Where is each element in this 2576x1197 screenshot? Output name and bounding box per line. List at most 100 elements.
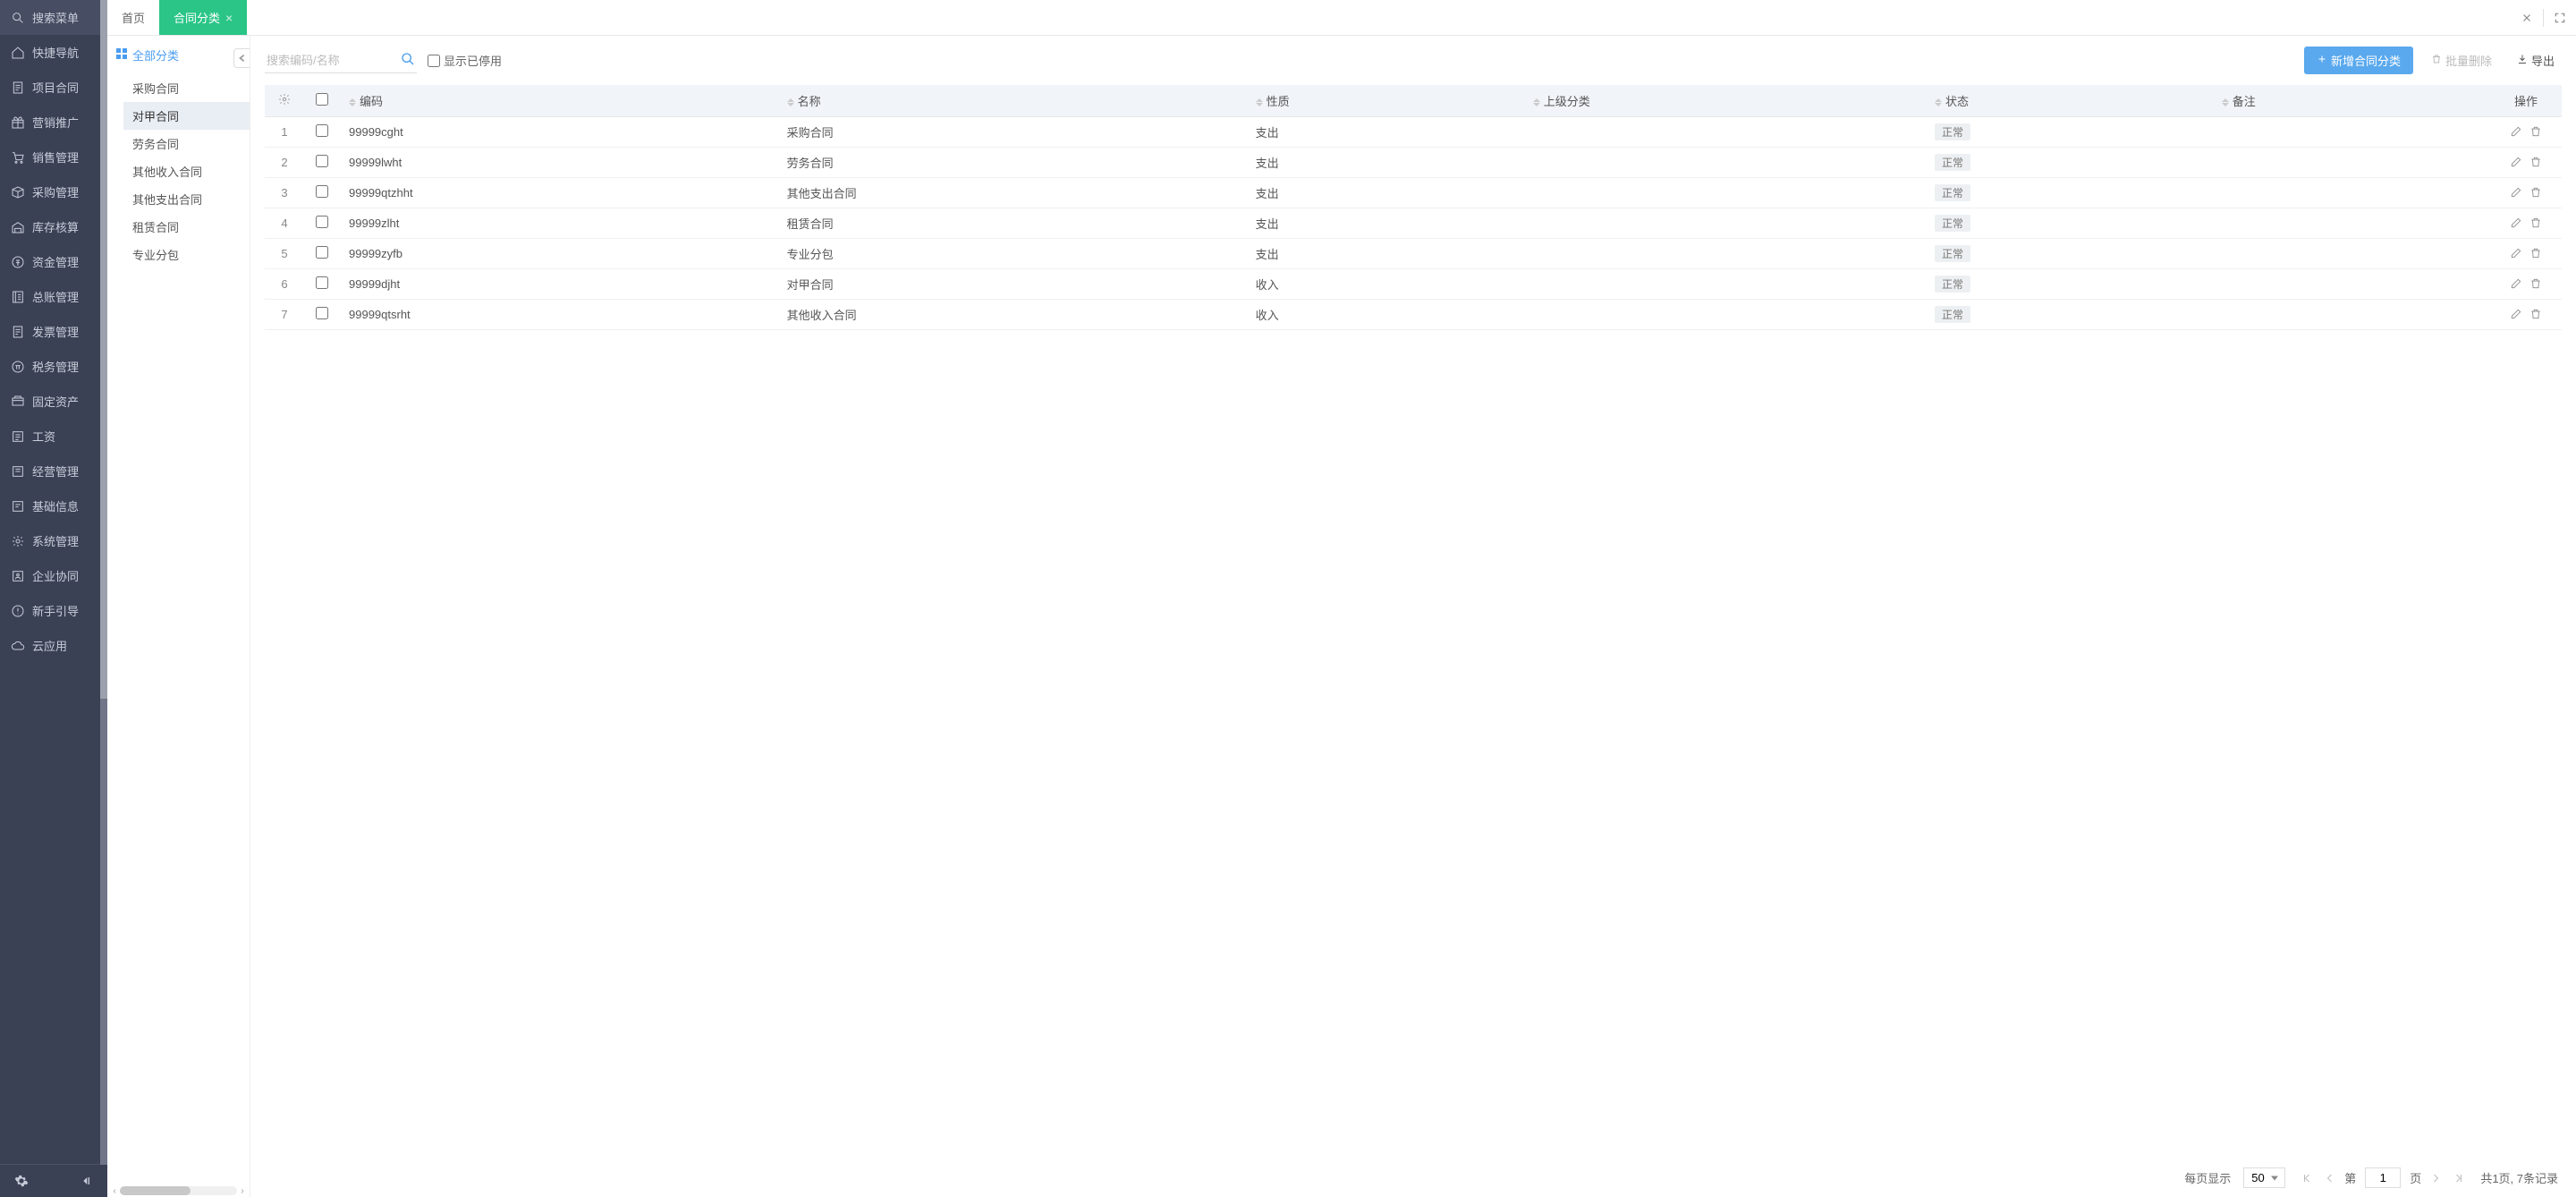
- cell-nature: 支出: [1247, 148, 1524, 178]
- delete-button[interactable]: [2528, 123, 2544, 140]
- delete-button[interactable]: [2528, 184, 2544, 200]
- edit-button[interactable]: [2508, 276, 2524, 292]
- close-all-tabs-button[interactable]: [2514, 5, 2539, 30]
- row-checkbox[interactable]: [316, 185, 328, 198]
- cart-icon: [11, 150, 25, 165]
- delete-button[interactable]: [2528, 154, 2544, 170]
- sidebar-item-15[interactable]: 系统管理: [0, 523, 107, 558]
- page-last-button[interactable]: [2450, 1169, 2468, 1187]
- tree-item-0[interactable]: 采购合同: [123, 74, 250, 102]
- sidebar-item-4[interactable]: 销售管理: [0, 140, 107, 174]
- search-icon: [11, 11, 25, 25]
- search-icon[interactable]: [401, 52, 415, 69]
- tree-hscroll-left[interactable]: ‹: [109, 1186, 120, 1196]
- add-category-button[interactable]: 新增合同分类: [2304, 47, 2413, 74]
- edit-button[interactable]: [2508, 245, 2524, 261]
- edit-button[interactable]: [2508, 215, 2524, 231]
- edit-button[interactable]: [2508, 123, 2524, 140]
- page-first-button[interactable]: [2298, 1169, 2316, 1187]
- search-input[interactable]: [265, 48, 417, 73]
- select-all-checkbox[interactable]: [316, 93, 328, 106]
- edit-button[interactable]: [2508, 306, 2524, 322]
- cell-parent: [1524, 208, 1926, 239]
- show-disabled-checkbox-wrap[interactable]: 显示已停用: [428, 52, 502, 69]
- cell-nature: 收入: [1247, 300, 1524, 330]
- sidebar-item-1[interactable]: 快捷导航: [0, 35, 107, 70]
- col-remark[interactable]: 备注: [2213, 85, 2490, 117]
- tree-item-3[interactable]: 其他收入合同: [123, 157, 250, 185]
- tree-item-4[interactable]: 其他支出合同: [123, 185, 250, 213]
- cell-parent: [1524, 239, 1926, 269]
- column-settings[interactable]: [265, 85, 304, 117]
- sidebar-item-18[interactable]: 云应用: [0, 628, 107, 663]
- delete-button[interactable]: [2528, 245, 2544, 261]
- page-suffix: 页: [2410, 1169, 2421, 1186]
- sidebar-item-5[interactable]: 采购管理: [0, 174, 107, 209]
- tree-item-6[interactable]: 专业分包: [123, 241, 250, 268]
- tree-hscroll[interactable]: ‹ ›: [107, 1184, 250, 1197]
- sidebar-item-10[interactable]: 税务管理: [0, 349, 107, 384]
- gift-icon: [11, 115, 25, 130]
- page-summary: 共1页, 7条记录: [2480, 1169, 2558, 1186]
- sidebar-item-17[interactable]: 新手引导: [0, 593, 107, 628]
- sidebar-item-14[interactable]: 基础信息: [0, 488, 107, 523]
- col-code[interactable]: 编码: [340, 85, 778, 117]
- export-button[interactable]: 导出: [2510, 47, 2562, 74]
- tab-close-icon[interactable]: ×: [225, 12, 233, 24]
- collapse-tree-button[interactable]: [233, 48, 250, 68]
- sidebar-item-0[interactable]: 搜索菜单: [0, 0, 107, 35]
- sidebar-item-3[interactable]: 营销推广: [0, 105, 107, 140]
- table-row: 699999djht对甲合同收入正常: [265, 269, 2562, 300]
- cell-code: 99999qtzhht: [340, 178, 778, 208]
- sidebar-item-8[interactable]: 总账管理: [0, 279, 107, 314]
- tab-contract-category[interactable]: 合同分类 ×: [159, 0, 247, 35]
- sidebar-item-label: 新手引导: [32, 602, 79, 619]
- page-input[interactable]: [2365, 1167, 2401, 1188]
- sidebar-item-11[interactable]: 固定资产: [0, 384, 107, 419]
- team-icon: [11, 569, 25, 583]
- tab-home[interactable]: 首页: [107, 0, 159, 35]
- delete-button[interactable]: [2528, 215, 2544, 231]
- col-parent[interactable]: 上级分类: [1524, 85, 1926, 117]
- delete-button[interactable]: [2528, 306, 2544, 322]
- tree-item-1[interactable]: 对甲合同: [123, 102, 250, 130]
- tree-item-2[interactable]: 劳务合同: [123, 130, 250, 157]
- row-checkbox[interactable]: [316, 246, 328, 259]
- edit-button[interactable]: [2508, 154, 2524, 170]
- sidebar-item-6[interactable]: 库存核算: [0, 209, 107, 244]
- sidebar-item-label: 搜索菜单: [32, 9, 79, 26]
- sidebar-scrollbar-thumb[interactable]: [100, 0, 107, 699]
- per-page-select[interactable]: 50: [2243, 1167, 2285, 1188]
- cell-remark: [2213, 148, 2490, 178]
- show-disabled-label: 显示已停用: [444, 52, 502, 69]
- tree-hscroll-right[interactable]: ›: [237, 1186, 248, 1196]
- show-disabled-checkbox[interactable]: [428, 55, 440, 67]
- col-status[interactable]: 状态: [1926, 85, 2213, 117]
- settings-button[interactable]: [13, 1172, 30, 1190]
- page-next-button[interactable]: [2427, 1169, 2445, 1187]
- tree-item-5[interactable]: 租赁合同: [123, 213, 250, 241]
- batch-delete-button[interactable]: 批量删除: [2424, 47, 2499, 74]
- row-checkbox[interactable]: [316, 155, 328, 167]
- sidebar-item-12[interactable]: 工资: [0, 419, 107, 454]
- cell-nature: 支出: [1247, 117, 1524, 148]
- row-checkbox[interactable]: [316, 276, 328, 289]
- row-checkbox[interactable]: [316, 124, 328, 137]
- page-prev-button[interactable]: [2321, 1169, 2339, 1187]
- collapse-sidebar-button[interactable]: [77, 1172, 95, 1190]
- sidebar-item-13[interactable]: 经营管理: [0, 454, 107, 488]
- sidebar-item-2[interactable]: 项目合同: [0, 70, 107, 105]
- row-checkbox[interactable]: [316, 307, 328, 319]
- sidebar-item-16[interactable]: 企业协同: [0, 558, 107, 593]
- sidebar-item-7[interactable]: 资金管理: [0, 244, 107, 279]
- edit-button[interactable]: [2508, 184, 2524, 200]
- col-nature[interactable]: 性质: [1247, 85, 1524, 117]
- fullscreen-button[interactable]: [2547, 5, 2572, 30]
- sidebar-item-9[interactable]: 发票管理: [0, 314, 107, 349]
- cell-remark: [2213, 239, 2490, 269]
- sidebar-scrollbar[interactable]: [100, 0, 107, 1165]
- delete-button[interactable]: [2528, 276, 2544, 292]
- col-name[interactable]: 名称: [778, 85, 1247, 117]
- row-checkbox[interactable]: [316, 216, 328, 228]
- tree-root-all[interactable]: 全部分类: [107, 36, 250, 74]
